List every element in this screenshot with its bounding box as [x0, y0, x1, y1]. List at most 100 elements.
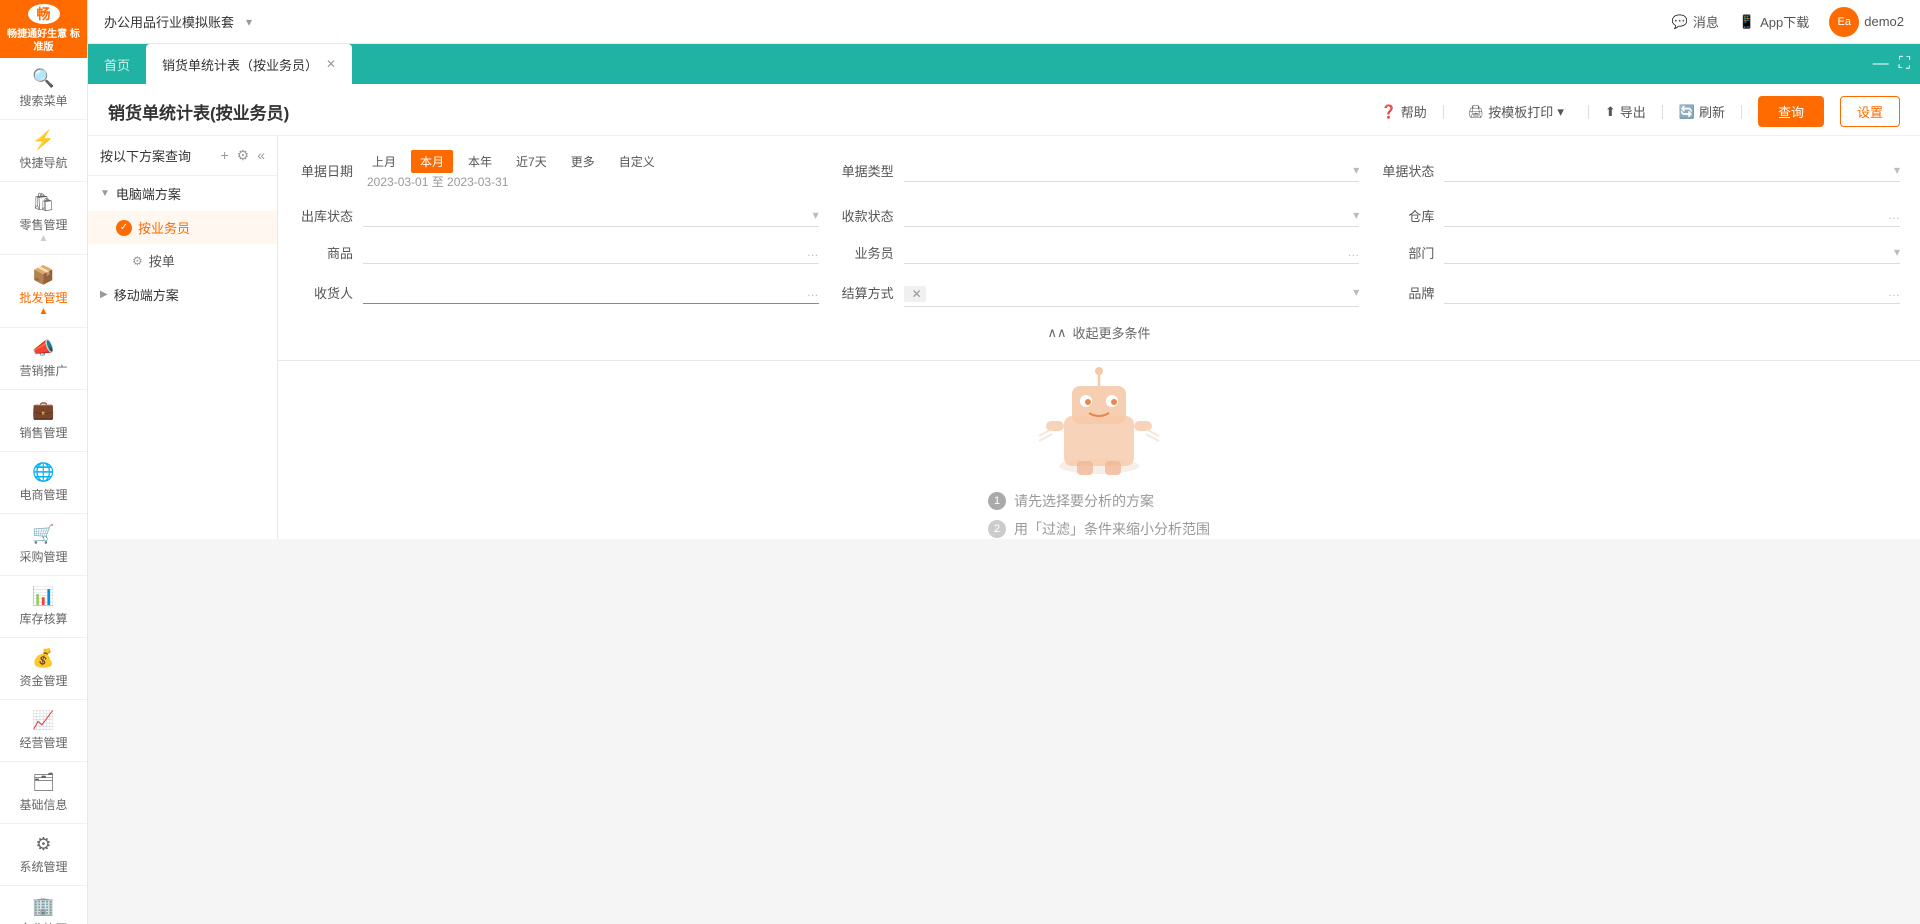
payment-dropdown-icon: ▾	[1353, 208, 1359, 222]
sidebar-item-quicknav[interactable]: ⚡ 快捷导航	[0, 120, 87, 182]
mobile-group[interactable]: ▶ 移动端方案	[88, 277, 277, 312]
settlement-item: 结算方式 ✕ ▾	[839, 278, 1360, 307]
out-status-control[interactable]: ▾	[363, 204, 819, 227]
scheme-panel: 按以下方案查询 + ⚙ « ▼ 电脑端方案 ✓ 按业务员	[88, 136, 278, 539]
brand-control[interactable]: …	[1444, 281, 1900, 304]
mobile-group-label: 移动端方案	[114, 285, 179, 304]
sidebar-item-search[interactable]: 🔍 搜索菜单	[0, 58, 87, 120]
refresh-btn[interactable]: 🔄 刷新	[1679, 102, 1725, 121]
sidebar-item-basic[interactable]: 🗂 基础信息	[0, 762, 87, 824]
print-dropdown-icon: ▾	[1557, 104, 1564, 120]
scheme-panel-actions: + ⚙ «	[220, 147, 265, 164]
goods-control[interactable]: …	[363, 241, 819, 264]
settlement-dropdown-icon: ▾	[1353, 285, 1359, 299]
sidebar-item-label: 零售管理	[19, 216, 67, 233]
message-icon: 💬	[1672, 14, 1688, 30]
settlement-clear-tag: ✕	[904, 286, 926, 302]
consignee-item: 收货人 …	[298, 278, 819, 307]
right-content: 单据日期 上月 本月 本年 近7天 更多 自定义 20	[278, 136, 1920, 539]
print-icon: 🖨	[1468, 104, 1485, 120]
date-btn-more[interactable]: 更多	[562, 150, 604, 173]
date-btn-this-year[interactable]: 本年	[459, 150, 501, 173]
collapse-conditions-btn[interactable]: ∧∧ 收起更多条件	[298, 313, 1900, 346]
sidebar-item-operations[interactable]: 📈 经营管理	[0, 700, 87, 762]
app-download-label: App下载	[1760, 12, 1809, 31]
message-label: 消息	[1693, 12, 1719, 31]
dept-dropdown-icon: ▾	[1894, 245, 1900, 259]
sidebar-item-label: 批发管理	[19, 289, 67, 306]
sidebar-item-system[interactable]: ⚙ 系统管理	[0, 824, 87, 886]
scheme-group-desktop: ▼ 电脑端方案 ✓ 按业务员 ⚙ 按单 ▶ 移动端方案	[88, 176, 277, 312]
export-icon: ⬆	[1605, 104, 1616, 120]
nav-title: 办公用品行业模拟账套	[104, 12, 234, 31]
scheme-item-by-salesperson[interactable]: ✓ 按业务员	[88, 211, 277, 244]
settings-button[interactable]: 设置	[1840, 96, 1900, 127]
salesperson-item: 业务员 …	[839, 241, 1360, 264]
date-btn-last-month[interactable]: 上月	[363, 150, 405, 173]
out-status-label: 出库状态	[298, 206, 353, 225]
sidebar-item-wholesale[interactable]: 📦 批发管理 ▲	[0, 255, 87, 328]
shopping-icon: 🛍	[32, 192, 55, 213]
settlement-clear-btn[interactable]: ✕	[912, 287, 922, 301]
nav-dropdown-icon[interactable]: ▾	[246, 15, 252, 29]
scheme-panel-header: 按以下方案查询 + ⚙ «	[88, 136, 277, 176]
dept-control[interactable]: ▾	[1444, 241, 1900, 264]
sidebar-item-inventory[interactable]: 📊 库存核算	[0, 576, 87, 638]
topnav: 办公用品行业模拟账套 ▾ 💬 消息 📱 App下载 Ea demo2	[88, 0, 1920, 44]
sidebar-item-purchase[interactable]: 🛒 采购管理	[0, 514, 87, 576]
export-btn[interactable]: ⬆ 导出	[1605, 102, 1646, 121]
payment-control[interactable]: ▾	[904, 204, 1360, 227]
consignee-label: 收货人	[298, 283, 353, 302]
divider2	[1588, 105, 1589, 119]
tab-maximize-icon[interactable]: ⛶	[1899, 55, 1910, 73]
tab-sales-stat[interactable]: 销货单统计表（按业务员） ✕	[146, 44, 352, 84]
avatar: Ea	[1829, 7, 1859, 37]
sidebar-item-finance[interactable]: 💰 资金管理	[0, 638, 87, 700]
app-download-btn[interactable]: 📱 App下载	[1739, 12, 1809, 31]
sidebar-item-marketing[interactable]: 📣 营销推广	[0, 328, 87, 390]
sidebar-item-label: 快捷导航	[19, 154, 67, 171]
out-status-item: 出库状态 ▾	[298, 204, 819, 227]
empty-tips: 1 请先选择要分析的方案 2 用「过滤」条件来缩小分析范围	[988, 491, 1210, 539]
sidebar-item-enterprise[interactable]: 🏢 企业协同	[0, 886, 87, 924]
doc-status-control[interactable]: ▾	[1444, 159, 1900, 182]
app-logo[interactable]: 畅 畅捷通好生意 标准版	[0, 0, 87, 58]
salesperson-label: 业务员	[839, 243, 894, 262]
doc-status-label: 单据状态	[1379, 161, 1434, 180]
ops-icon: 📈	[32, 710, 54, 731]
tab-close-icon[interactable]: ✕	[326, 57, 336, 71]
collapse-arrow-icon: ▲	[39, 306, 49, 317]
salesperson-control[interactable]: …	[904, 241, 1360, 264]
scheme-collapse-icon[interactable]: «	[257, 147, 265, 164]
tab-home[interactable]: 首页	[88, 44, 146, 84]
tab-minimize-icon[interactable]: —	[1873, 55, 1889, 73]
help-btn[interactable]: ❓ 帮助	[1381, 102, 1427, 121]
settings-sub-icon: ⚙	[132, 254, 143, 268]
sidebar-item-retail[interactable]: 🛍 零售管理 ▲	[0, 182, 87, 255]
warehouse-control[interactable]: …	[1444, 204, 1900, 227]
desktop-group-header[interactable]: ▼ 电脑端方案	[88, 176, 277, 211]
payment-label: 收款状态	[839, 206, 894, 225]
scheme-item-by-order[interactable]: ⚙ 按单	[88, 244, 277, 277]
refresh-icon: 🔄	[1679, 104, 1695, 120]
help-icon: ❓	[1381, 104, 1397, 120]
date-btn-this-month[interactable]: 本月	[411, 150, 453, 173]
consignee-more-icon: …	[807, 285, 819, 299]
sidebar-item-sales[interactable]: 💼 销售管理	[0, 390, 87, 452]
consignee-control[interactable]: …	[363, 281, 819, 304]
settlement-control[interactable]: ✕ ▾	[904, 278, 1360, 307]
scheme-add-icon[interactable]: +	[220, 147, 228, 164]
date-btn-custom[interactable]: 自定义	[610, 150, 664, 173]
sidebar-item-ecommerce[interactable]: 🌐 电商管理	[0, 452, 87, 514]
print-template-btn[interactable]: 🖨 按模板打印 ▾	[1460, 98, 1572, 125]
scheme-sub-label: 按单	[149, 251, 175, 270]
query-button[interactable]: 查询	[1758, 96, 1824, 127]
date-btn-7days[interactable]: 近7天	[507, 150, 556, 173]
user-menu[interactable]: Ea demo2	[1829, 7, 1904, 37]
scheme-settings-icon[interactable]: ⚙	[237, 147, 250, 164]
tab-sales-stat-label: 销货单统计表（按业务员）	[162, 55, 318, 74]
doc-type-dropdown-icon: ▾	[1353, 163, 1359, 177]
doc-type-control[interactable]: ▾	[904, 159, 1360, 182]
message-btn[interactable]: 💬 消息	[1672, 12, 1719, 31]
mobile-icon: 📱	[1739, 14, 1755, 30]
